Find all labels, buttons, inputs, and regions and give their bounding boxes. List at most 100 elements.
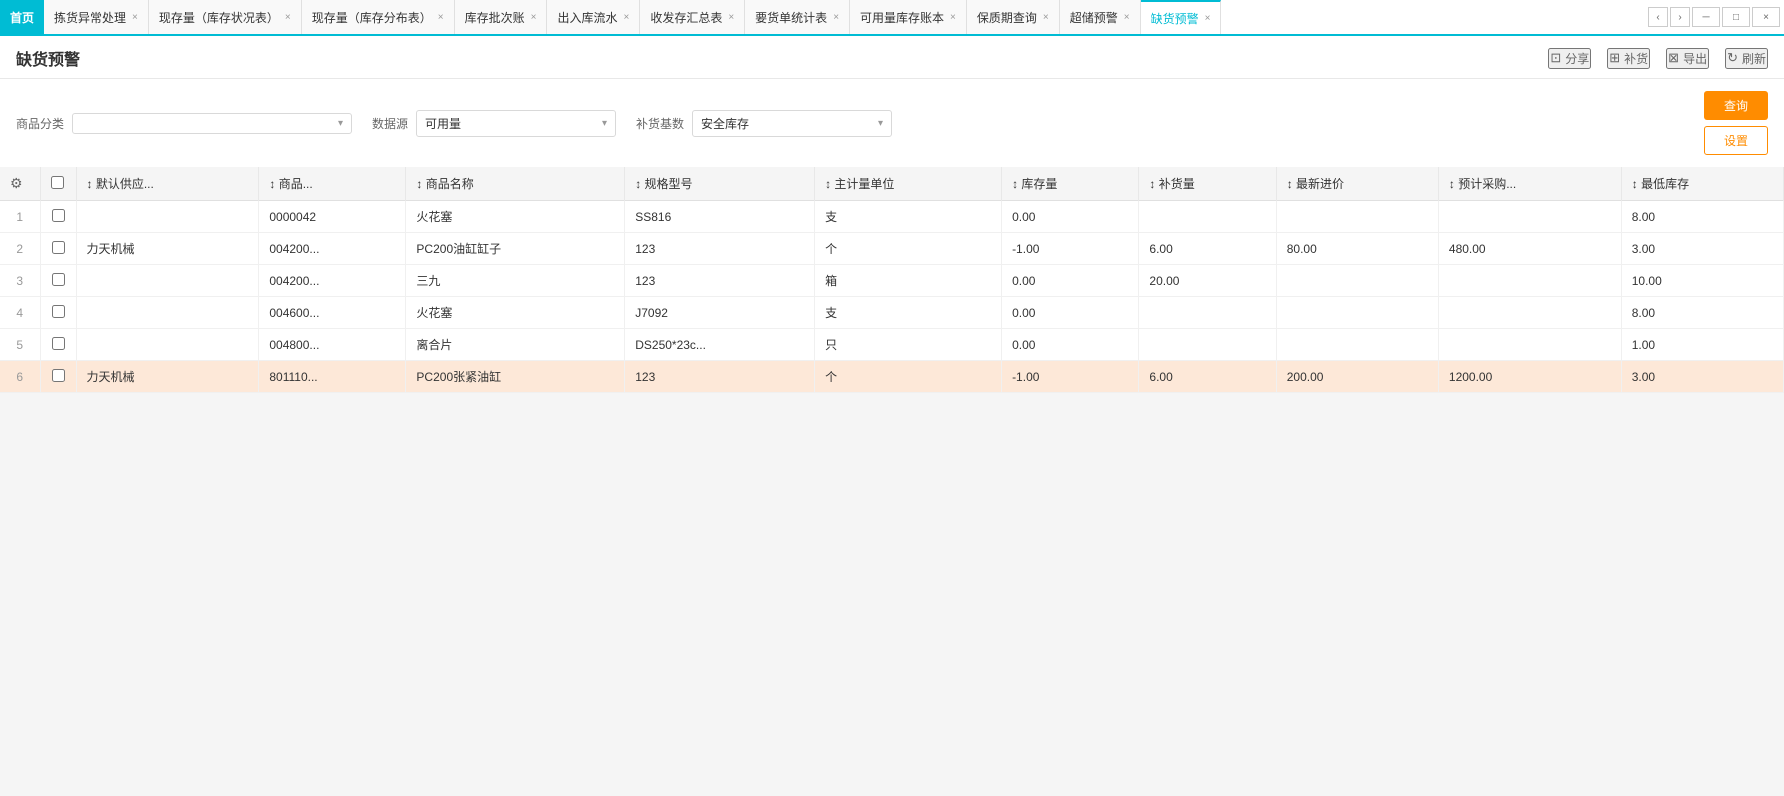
row-latest-price: [1276, 329, 1438, 361]
row-estimated-purchase: 480.00: [1438, 233, 1621, 265]
tab-close-available[interactable]: ×: [950, 12, 956, 23]
datasource-select[interactable]: 可用量 ▾: [416, 110, 616, 137]
export-button[interactable]: ⊠ 导出: [1666, 48, 1709, 69]
tab-close-inout[interactable]: ×: [623, 12, 629, 23]
tab-overstock[interactable]: 超储预警 ×: [1060, 0, 1141, 35]
table-row: 6 力天机械 801110... PC200张紧油缸 123 个 -1.00 6…: [0, 361, 1784, 393]
category-label: 商品分类: [16, 115, 64, 132]
tab-label-overstock: 超储预警: [1070, 9, 1118, 26]
row-min-stock: 3.00: [1621, 233, 1783, 265]
row-num-cell: 4: [0, 297, 40, 329]
tab-label-home: 首页: [10, 9, 34, 26]
query-button[interactable]: 查询: [1704, 91, 1768, 120]
tab-expiry[interactable]: 保质期查询×: [967, 0, 1060, 35]
tab-label-stock-status: 现存量（库存状况表）: [159, 9, 279, 26]
settings-button[interactable]: 设置: [1704, 126, 1768, 155]
tab-receipt[interactable]: 收发存汇总表 ×: [640, 0, 745, 35]
replenish-button[interactable]: ⊞ 补货: [1607, 48, 1650, 69]
row-supplier: 力天机械: [76, 233, 259, 265]
row-unit: 箱: [815, 265, 1002, 297]
tab-home[interactable]: 首页: [0, 0, 44, 35]
row-checkbox-cell: [40, 361, 76, 393]
table-row: 2 力天机械 004200... PC200油缸缸子 123 个 -1.00 6…: [0, 233, 1784, 265]
datasource-arrow-icon: ▾: [602, 118, 607, 129]
select-all-checkbox[interactable]: [51, 176, 64, 189]
row-estimated-purchase: [1438, 297, 1621, 329]
tab-shortage[interactable]: 缺货预警 ×: [1141, 0, 1222, 35]
row-latest-price: 200.00: [1276, 361, 1438, 393]
tab-close-shortage[interactable]: ×: [1205, 13, 1211, 24]
tab-exception[interactable]: 拣货异常处理×: [44, 0, 149, 35]
row-checkbox-cell: [40, 233, 76, 265]
page-title: 缺货预警: [16, 46, 80, 70]
row-replenish-qty: [1139, 297, 1276, 329]
tab-close-expiry[interactable]: ×: [1043, 12, 1049, 23]
row-checkbox[interactable]: [52, 305, 65, 318]
product-code-column-header: ↕ 商品...: [259, 167, 406, 201]
tab-close-demand[interactable]: ×: [833, 12, 839, 23]
tab-close-overstock[interactable]: ×: [1124, 12, 1130, 23]
row-unit: 个: [815, 233, 1002, 265]
row-checkbox[interactable]: [52, 273, 65, 286]
checkbox-column-header: [40, 167, 76, 201]
row-checkbox[interactable]: [52, 369, 65, 382]
row-estimated-purchase: [1438, 329, 1621, 361]
table-row: 5 004800... 离合片 DS250*23c... 只 0.00 1.00: [0, 329, 1784, 361]
tab-close-stock-status[interactable]: ×: [285, 12, 291, 23]
row-product-code: 801110...: [259, 361, 406, 393]
tab-stock-status[interactable]: 现存量（库存状况表） ×: [149, 0, 302, 35]
row-stock-qty: 0.00: [1002, 201, 1139, 233]
tab-close-exception[interactable]: ×: [132, 12, 138, 23]
row-spec: SS816: [625, 201, 815, 233]
page-header: 缺货预警 ⊡ 分享 ⊞ 补货 ⊠ 导出 ↻ 刷新: [0, 36, 1784, 79]
row-latest-price: 80.00: [1276, 233, 1438, 265]
tab-close-batch[interactable]: ×: [531, 12, 537, 23]
row-spec: 123: [625, 265, 815, 297]
datasource-value: 可用量: [425, 115, 461, 132]
tab-available[interactable]: 可用量库存账本×: [850, 0, 967, 35]
row-checkbox-cell: [40, 265, 76, 297]
refresh-icon: ↻: [1727, 50, 1738, 66]
tab-demand[interactable]: 要货单统计表 ×: [745, 0, 850, 35]
latest-price-column-header: ↕ 最新进价: [1276, 167, 1438, 201]
tab-label-demand: 要货单统计表: [755, 9, 827, 26]
row-product-code: 004600...: [259, 297, 406, 329]
row-checkbox[interactable]: [52, 337, 65, 350]
row-spec: DS250*23c...: [625, 329, 815, 361]
refresh-button[interactable]: ↻ 刷新: [1725, 48, 1768, 69]
default-supplier-column-header: ↕ 默认供应...: [76, 167, 259, 201]
window-close-button[interactable]: ×: [1752, 7, 1780, 27]
shortage-table: ⚙ ↕ 默认供应... ↕ 商品... ↕ 商品名称 ↕: [0, 167, 1784, 393]
row-latest-price: [1276, 265, 1438, 297]
tab-next-button[interactable]: ›: [1670, 7, 1690, 27]
row-replenish-qty: 6.00: [1139, 233, 1276, 265]
tab-close-stock-dist[interactable]: ×: [438, 12, 444, 23]
replenish-base-arrow-icon: ▾: [878, 118, 883, 129]
tab-close-receipt[interactable]: ×: [728, 12, 734, 23]
tab-inout[interactable]: 出入库流水×: [547, 0, 640, 35]
row-supplier: 力天机械: [76, 361, 259, 393]
row-num-cell: 2: [0, 233, 40, 265]
row-checkbox[interactable]: [52, 209, 65, 222]
row-checkbox[interactable]: [52, 241, 65, 254]
table-body: 1 0000042 火花塞 SS816 支 0.00 8.00 2 力天机械 0…: [0, 201, 1784, 393]
tab-batch[interactable]: 库存批次账×: [455, 0, 548, 35]
replenish-qty-column-header: ↕ 补货量: [1139, 167, 1276, 201]
category-select[interactable]: ▾: [72, 113, 352, 134]
column-settings-icon[interactable]: ⚙: [10, 175, 23, 191]
tab-label-receipt: 收发存汇总表: [650, 9, 722, 26]
row-estimated-purchase: [1438, 201, 1621, 233]
share-button[interactable]: ⊡ 分享: [1548, 48, 1591, 69]
window-maximize-button[interactable]: □: [1722, 7, 1750, 27]
tab-prev-button[interactable]: ‹: [1648, 7, 1668, 27]
row-min-stock: 8.00: [1621, 297, 1783, 329]
window-minimize-button[interactable]: ─: [1692, 7, 1720, 27]
datasource-filter-group: 数据源 可用量 ▾: [372, 110, 616, 137]
row-product-code: 004200...: [259, 265, 406, 297]
tab-stock-dist[interactable]: 现存量（库存分布表）×: [302, 0, 455, 35]
tab-label-shortage: 缺货预警: [1151, 10, 1199, 27]
row-product-code: 004800...: [259, 329, 406, 361]
replenish-base-select[interactable]: 安全库存 ▾: [692, 110, 892, 137]
tab-nav-controls: ‹ › ─ □ ×: [1644, 7, 1784, 27]
row-min-stock: 1.00: [1621, 329, 1783, 361]
